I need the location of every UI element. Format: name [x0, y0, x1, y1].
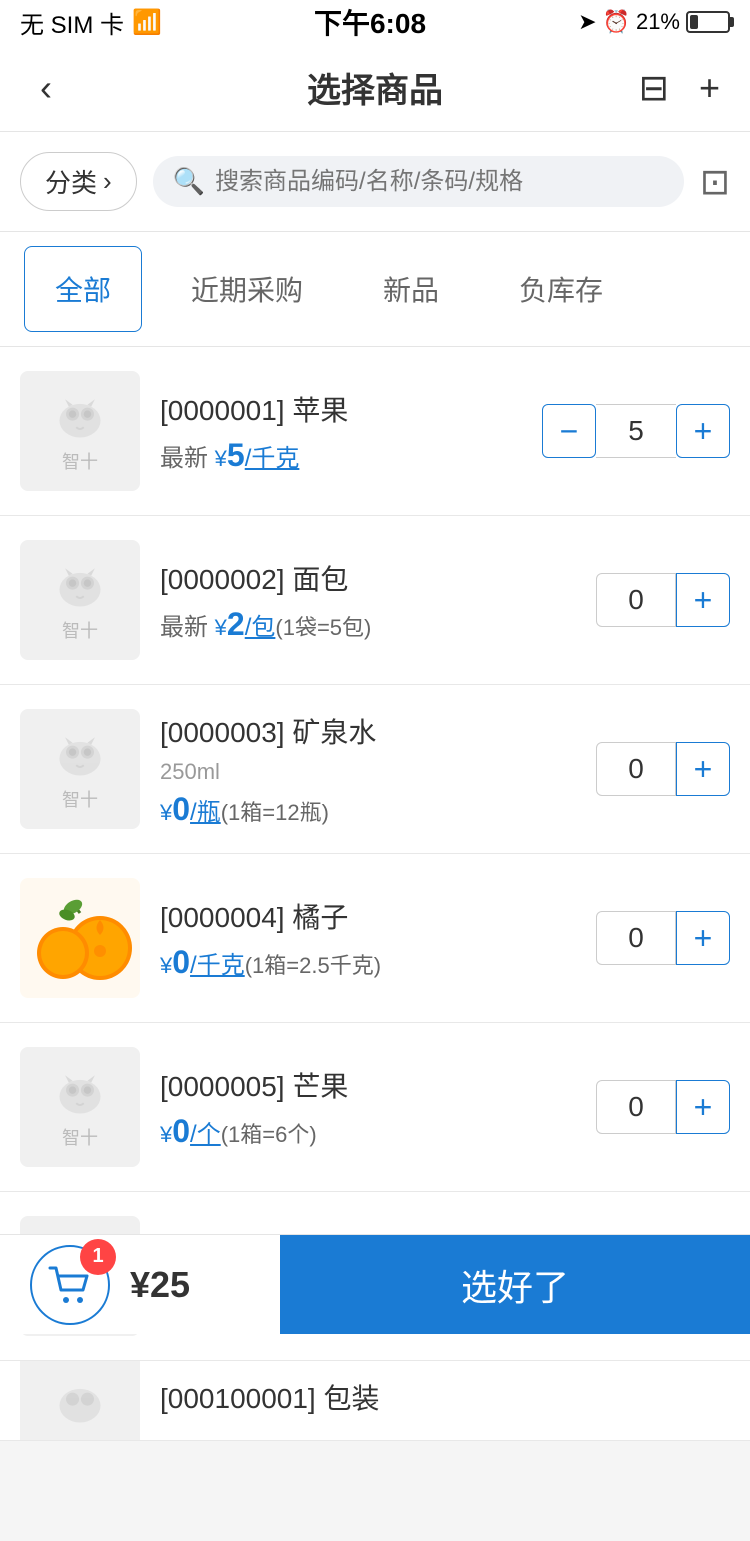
owl-logo-icon	[52, 1373, 108, 1429]
increase-button[interactable]: +	[676, 404, 730, 458]
product-thumbnail: 智十	[20, 709, 140, 829]
decrease-button[interactable]: −	[542, 404, 596, 458]
add-icon[interactable]: +	[699, 67, 720, 109]
location-icon: ➤	[578, 9, 596, 35]
product-thumbnail: 智十	[20, 540, 140, 660]
sim-status: 无 SIM 卡	[20, 5, 124, 40]
product-spec: 250ml	[160, 759, 576, 785]
product-price: ¥0/千克(1箱=2.5千克)	[160, 944, 576, 981]
product-name: [000100001] 包装	[160, 1377, 730, 1417]
product-item: [0000004] 橘子 ¥0/千克(1箱=2.5千克) +	[0, 854, 750, 1023]
quantity-control: +	[596, 1080, 730, 1134]
quantity-input[interactable]	[596, 911, 676, 965]
tab-all[interactable]: 全部	[24, 246, 142, 332]
product-name: [0000005] 芒果	[160, 1065, 576, 1105]
quantity-control: − +	[542, 404, 730, 458]
status-bar: 无 SIM 卡 📶 下午6:08 ➤ ⏰ 21%	[0, 0, 750, 44]
quantity-input[interactable]	[596, 742, 676, 796]
status-right: ➤ ⏰ 21%	[578, 9, 730, 35]
orange-image	[25, 883, 135, 993]
product-item: 智十 [0000003] 矿泉水 250ml ¥0/瓶(1箱=12瓶) +	[0, 685, 750, 854]
product-price: ¥0/瓶(1箱=12瓶)	[160, 791, 576, 828]
search-icon: 🔍	[173, 166, 205, 197]
quantity-control: +	[596, 573, 730, 627]
alarm-icon: ⏰	[603, 9, 630, 35]
confirm-button[interactable]: 选好了	[280, 1235, 750, 1334]
status-left: 无 SIM 卡 📶	[20, 5, 162, 40]
owl-logo-icon	[52, 726, 108, 782]
category-label: 分类	[45, 163, 97, 200]
search-input[interactable]	[215, 168, 664, 196]
increase-button[interactable]: +	[676, 742, 730, 796]
product-price: ¥0/个(1箱=6个)	[160, 1113, 576, 1150]
product-info: [0000001] 苹果 最新 ¥5/千克	[160, 389, 522, 474]
cart-area: 1 ¥25	[0, 1245, 280, 1325]
bottom-bar: 1 ¥25 选好了	[0, 1234, 750, 1334]
product-thumbnail: 智十	[20, 371, 140, 491]
tab-new[interactable]: 新品	[352, 246, 470, 332]
product-info: [0000003] 矿泉水 250ml ¥0/瓶(1箱=12瓶)	[160, 711, 576, 828]
cart-badge: 1	[80, 1239, 116, 1275]
back-button[interactable]: ‹	[30, 57, 62, 119]
cart-button[interactable]: 1	[30, 1245, 110, 1325]
increase-button[interactable]: +	[676, 911, 730, 965]
product-info: [000100001] 包装	[160, 1377, 730, 1425]
search-box: 🔍	[153, 156, 684, 207]
quantity-input[interactable]	[596, 404, 676, 458]
nav-bar: ‹ 选择商品 ⊟ +	[0, 44, 750, 132]
product-thumbnail	[20, 878, 140, 998]
product-price: 最新 ¥5/千克	[160, 437, 522, 474]
quantity-input[interactable]	[596, 573, 676, 627]
brand-label: 智十	[62, 448, 98, 474]
increase-button[interactable]: +	[676, 1080, 730, 1134]
product-info: [0000005] 芒果 ¥0/个(1箱=6个)	[160, 1065, 576, 1150]
brand-label: 智十	[62, 1124, 98, 1150]
increase-button[interactable]: +	[676, 573, 730, 627]
battery-percent: 21%	[636, 9, 680, 35]
filter-bar: 分类 › 🔍 ⊡	[0, 132, 750, 232]
wifi-icon: 📶	[132, 8, 162, 37]
quantity-control: +	[596, 911, 730, 965]
page-title: 选择商品	[307, 63, 443, 112]
quantity-control: +	[596, 742, 730, 796]
cart-icon	[48, 1266, 92, 1304]
owl-logo-icon	[52, 557, 108, 613]
product-name: [0000004] 橘子	[160, 896, 576, 936]
battery-icon	[686, 11, 730, 33]
product-item: 智十 [0000001] 苹果 最新 ¥5/千克 − +	[0, 347, 750, 516]
owl-logo-icon	[52, 1064, 108, 1120]
product-item-partial: [000100001] 包装	[0, 1361, 750, 1441]
tab-negative[interactable]: 负库存	[488, 246, 634, 332]
product-thumbnail: 智十	[20, 1047, 140, 1167]
status-time: 下午6:08	[314, 2, 426, 42]
category-button[interactable]: 分类 ›	[20, 152, 137, 211]
product-name: [0000002] 面包	[160, 558, 576, 598]
brand-label: 智十	[62, 786, 98, 812]
quantity-input[interactable]	[596, 1080, 676, 1134]
tabs-bar: 全部 近期采购 新品 负库存	[0, 232, 750, 347]
product-name: [0000003] 矿泉水	[160, 711, 576, 751]
product-price: 最新 ¥2/包(1袋=5包)	[160, 606, 576, 643]
tab-recent[interactable]: 近期采购	[160, 246, 334, 332]
filter-icon[interactable]: ⊟	[639, 67, 669, 109]
owl-logo-icon	[52, 388, 108, 444]
cart-total: ¥25	[130, 1264, 190, 1306]
category-arrow: ›	[103, 166, 112, 197]
product-thumbnail	[20, 1361, 140, 1441]
product-name: [0000001] 苹果	[160, 389, 522, 429]
nav-actions: ⊟ +	[639, 67, 720, 109]
product-item: 智十 [0000002] 面包 最新 ¥2/包(1袋=5包) +	[0, 516, 750, 685]
product-info: [0000004] 橘子 ¥0/千克(1箱=2.5千克)	[160, 896, 576, 981]
product-info: [0000002] 面包 最新 ¥2/包(1袋=5包)	[160, 558, 576, 643]
product-item: 智十 [0000005] 芒果 ¥0/个(1箱=6个) +	[0, 1023, 750, 1192]
scan-icon[interactable]: ⊡	[700, 161, 730, 203]
brand-label: 智十	[62, 617, 98, 643]
